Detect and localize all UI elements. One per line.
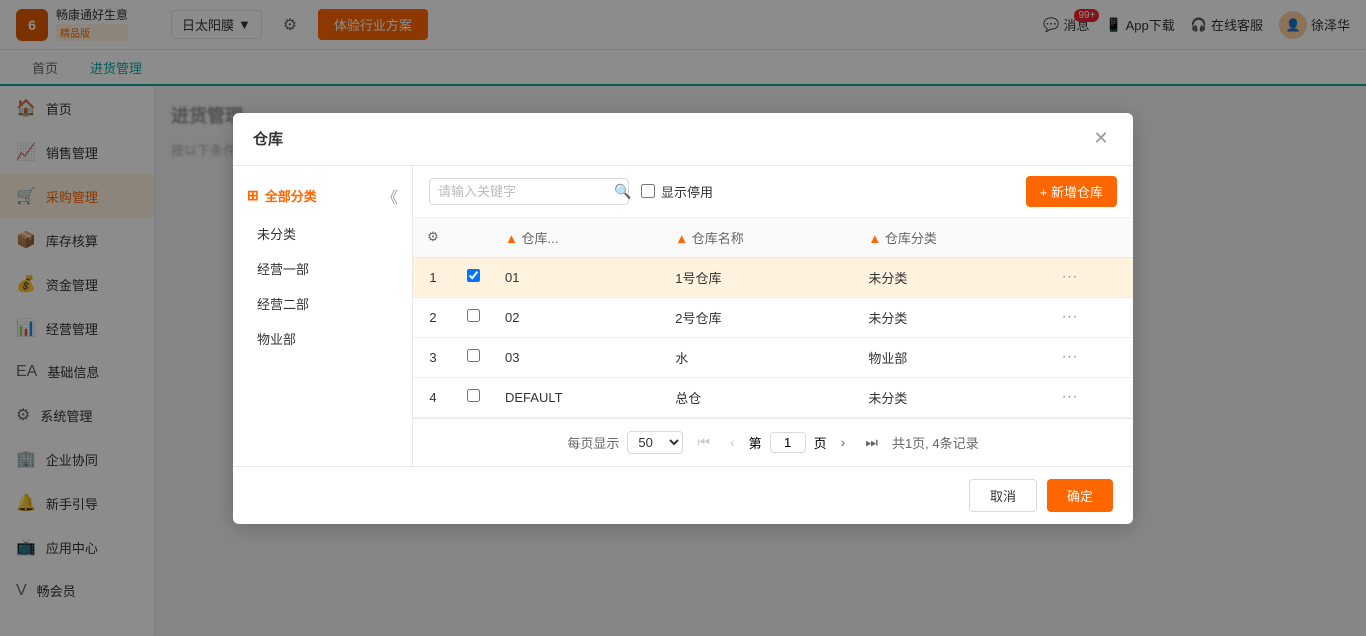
- more-button[interactable]: ···: [1062, 348, 1078, 366]
- modal-toolbar: 🔍 显示停用 + 新增仓库: [413, 166, 1133, 218]
- per-page-select[interactable]: 50 100: [627, 431, 683, 454]
- table-body: 1 01 1号仓库 未分类 ··· 2 02 2号仓库 未分类 ··· 3 03…: [413, 257, 1133, 417]
- category-header: ⊞ 全部分类 《: [233, 176, 412, 216]
- row-index: 3: [413, 337, 453, 377]
- row-category: 未分类: [856, 297, 1049, 337]
- next-page-button[interactable]: ›: [835, 432, 852, 452]
- row-category: 物业部: [856, 337, 1049, 377]
- row-name: 1号仓库: [663, 257, 856, 297]
- per-page-label: 每页显示: [567, 433, 619, 452]
- confirm-button[interactable]: 确定: [1047, 479, 1113, 512]
- row-checkbox[interactable]: [453, 257, 493, 297]
- search-button[interactable]: 🔍: [614, 183, 631, 200]
- modal-footer: 取消 确定: [233, 466, 1133, 524]
- page-unit: 页: [814, 433, 827, 452]
- row-checkbox[interactable]: [453, 337, 493, 377]
- row-code: 03: [493, 337, 663, 377]
- row-more[interactable]: ···: [1050, 257, 1133, 297]
- last-page-button[interactable]: ⏭: [859, 432, 884, 453]
- sort-icon-cat: ▲: [868, 231, 881, 246]
- sort-icon-name: ▲: [675, 231, 688, 246]
- col-name: ▲ 仓库名称: [663, 218, 856, 258]
- collapse-button[interactable]: 《: [382, 184, 398, 208]
- row-index: 1: [413, 257, 453, 297]
- all-categories[interactable]: ⊞ 全部分类: [247, 186, 317, 205]
- modal-header: 仓库 ✕: [233, 113, 1133, 166]
- more-button[interactable]: ···: [1062, 388, 1078, 406]
- row-more[interactable]: ···: [1050, 337, 1133, 377]
- more-button[interactable]: ···: [1062, 268, 1078, 286]
- table-row[interactable]: 3 03 水 物业部 ···: [413, 337, 1133, 377]
- show-disabled-label[interactable]: 显示停用: [641, 182, 713, 201]
- modal-overlay[interactable]: 仓库 ✕ ⊞ 全部分类 《 未分类 经营一部 经营二部 物业部: [0, 0, 1366, 636]
- table: ⚙ ▲ 仓库... ▲ 仓库名称: [413, 218, 1133, 418]
- sort-icon: ▲: [505, 231, 518, 246]
- toolbar-left: 🔍 显示停用: [429, 178, 713, 205]
- row-name: 水: [663, 337, 856, 377]
- category-item-ops1[interactable]: 经营一部: [233, 251, 412, 286]
- category-item-property[interactable]: 物业部: [233, 321, 412, 356]
- add-warehouse-button[interactable]: + 新增仓库: [1026, 176, 1117, 207]
- category-sidebar: ⊞ 全部分类 《 未分类 经营一部 经营二部 物业部: [233, 166, 413, 466]
- col-check: [453, 218, 493, 258]
- row-more[interactable]: ···: [1050, 297, 1133, 337]
- modal-pagination: 每页显示 50 100 ⏮ ‹ 第 页 › ⏭ 共1页, 4条记录: [413, 418, 1133, 466]
- col-gear: ⚙: [413, 218, 453, 258]
- row-index: 4: [413, 377, 453, 417]
- more-button[interactable]: ···: [1062, 308, 1078, 326]
- category-item-uncategorized[interactable]: 未分类: [233, 216, 412, 251]
- row-category: 未分类: [856, 377, 1049, 417]
- cancel-button[interactable]: 取消: [969, 479, 1037, 512]
- row-code: DEFAULT: [493, 377, 663, 417]
- page-input[interactable]: [770, 432, 806, 453]
- category-item-ops2[interactable]: 经营二部: [233, 286, 412, 321]
- modal-title: 仓库: [253, 128, 283, 149]
- row-checkbox[interactable]: [453, 377, 493, 417]
- show-disabled-checkbox[interactable]: [641, 184, 655, 198]
- col-category: ▲ 仓库分类: [856, 218, 1049, 258]
- row-index: 2: [413, 297, 453, 337]
- col-code: ▲ 仓库...: [493, 218, 663, 258]
- table-row[interactable]: 1 01 1号仓库 未分类 ···: [413, 257, 1133, 297]
- row-checkbox[interactable]: [453, 297, 493, 337]
- table-row[interactable]: 4 DEFAULT 总仓 未分类 ···: [413, 377, 1133, 417]
- modal-content-area: 🔍 显示停用 + 新增仓库 ⚙: [413, 166, 1133, 466]
- warehouse-modal: 仓库 ✕ ⊞ 全部分类 《 未分类 经营一部 经营二部 物业部: [233, 113, 1133, 524]
- modal-close-button[interactable]: ✕: [1089, 127, 1113, 151]
- page-label: 第: [749, 433, 762, 452]
- total-info: 共1页, 4条记录: [892, 433, 979, 452]
- row-name: 2号仓库: [663, 297, 856, 337]
- table-row[interactable]: 2 02 2号仓库 未分类 ···: [413, 297, 1133, 337]
- row-code: 02: [493, 297, 663, 337]
- search-input[interactable]: [438, 184, 614, 199]
- modal-body: ⊞ 全部分类 《 未分类 经营一部 经营二部 物业部 🔍: [233, 166, 1133, 466]
- col-actions: [1050, 218, 1133, 258]
- warehouse-table: ⚙ ▲ 仓库... ▲ 仓库名称: [413, 218, 1133, 418]
- search-box: 🔍: [429, 178, 629, 205]
- first-page-button[interactable]: ⏮: [691, 432, 716, 453]
- row-more[interactable]: ···: [1050, 377, 1133, 417]
- table-header-row: ⚙ ▲ 仓库... ▲ 仓库名称: [413, 218, 1133, 258]
- row-category: 未分类: [856, 257, 1049, 297]
- row-name: 总仓: [663, 377, 856, 417]
- prev-page-button[interactable]: ‹: [724, 432, 741, 452]
- row-code: 01: [493, 257, 663, 297]
- grid-icon: ⊞: [247, 187, 259, 204]
